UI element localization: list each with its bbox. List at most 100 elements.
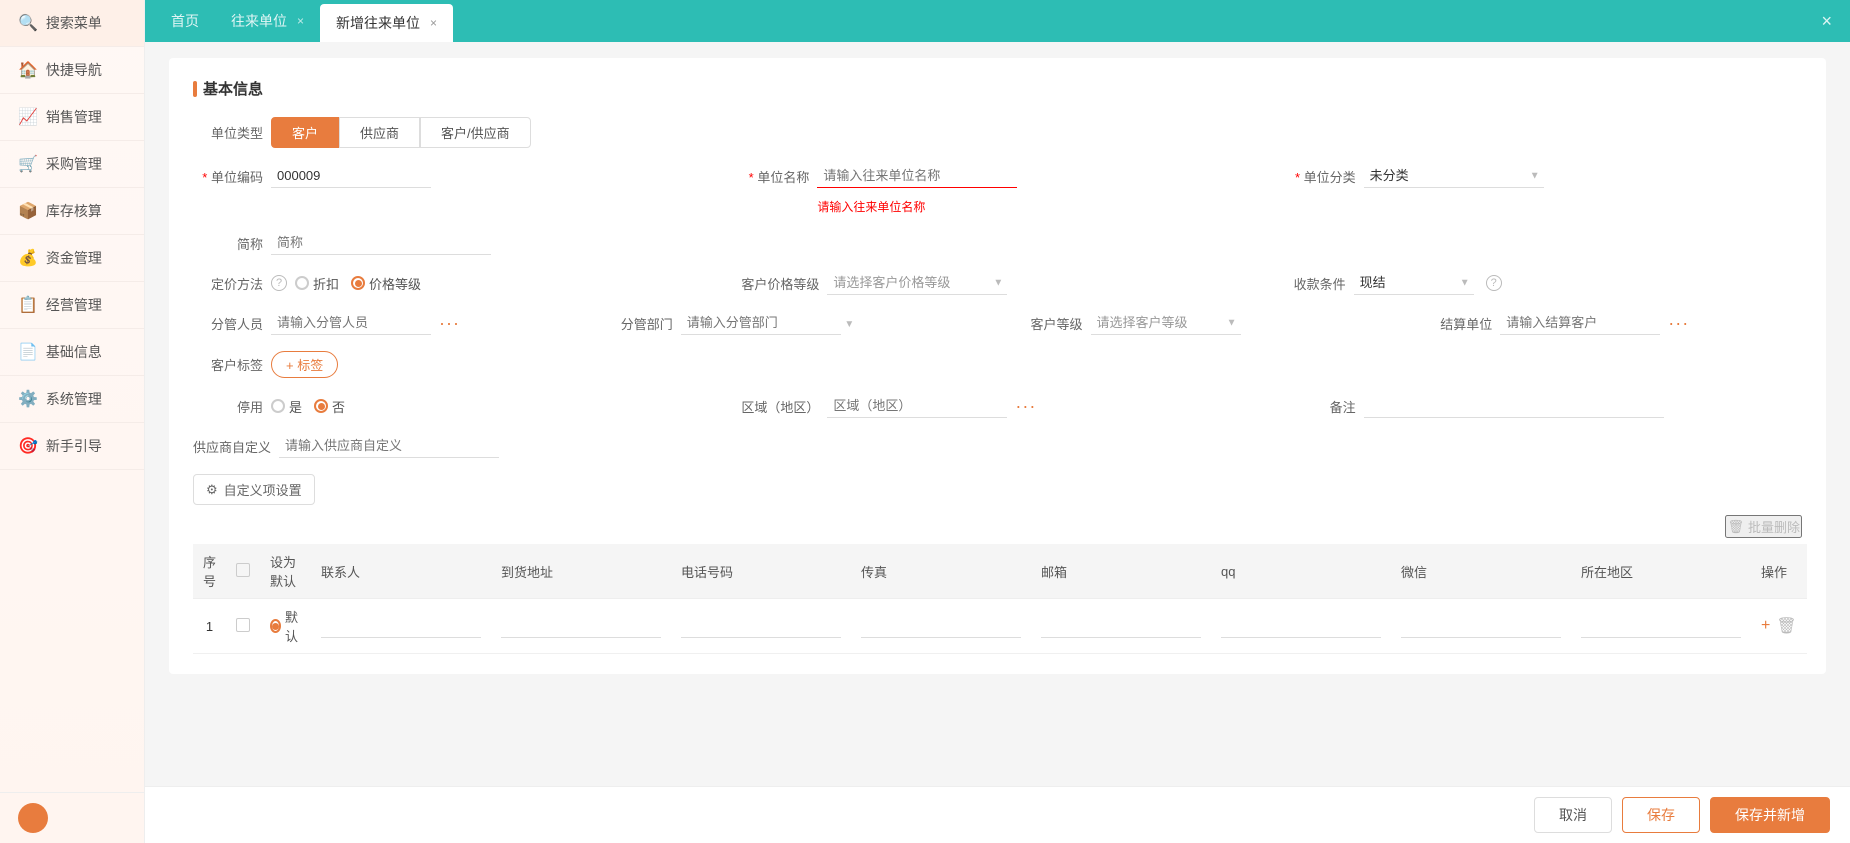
customer-price-select[interactable]: 请选择客户价格等级 [827,271,1007,295]
add-tag-btn[interactable]: + 标签 [271,351,338,378]
col-check[interactable] [226,544,260,599]
row-contact[interactable] [311,599,491,654]
disabled-yes[interactable]: 是 [271,397,302,416]
unit-name-label: * 单位名称 [739,167,809,186]
sidebar-item-quick-nav[interactable]: 🏠 快捷导航 [0,47,144,94]
cancel-button[interactable]: 取消 [1534,797,1612,833]
row-check[interactable] [226,599,260,654]
note-input[interactable] [1364,394,1664,418]
type-btn-both[interactable]: 客户/供应商 [420,117,531,148]
save-new-button[interactable]: 保存并新增 [1710,797,1830,833]
area-input[interactable] [827,394,1007,418]
dept-input[interactable] [681,311,841,335]
row-checkbox[interactable] [236,618,250,632]
payment-select[interactable]: 现结 [1354,271,1474,295]
customer-level-select-wrapper: 请选择客户等级 ▼ [1091,311,1241,335]
type-btn-supplier[interactable]: 供应商 [339,117,420,148]
unit-name-input[interactable] [817,164,1017,188]
sidebar-item-guide[interactable]: 🎯 新手引导 [0,423,144,470]
address-input[interactable] [501,614,661,638]
manager-more-btn[interactable]: ··· [439,314,460,332]
row-phone[interactable] [671,599,851,654]
tab-home[interactable]: 首页 [155,0,215,42]
fax-input[interactable] [861,614,1021,638]
abbr-input[interactable] [271,231,491,255]
type-btn-customer[interactable]: 客户 [271,117,339,148]
sidebar-item-operations[interactable]: 📋 经营管理 [0,282,144,329]
contact-input[interactable] [321,614,481,638]
dept-chevron: ▼ [844,319,854,330]
discount-radio[interactable] [295,276,309,290]
payment-help-icon[interactable]: ? [1486,275,1502,291]
row-address[interactable] [491,599,671,654]
tab-new-counterpart[interactable]: 新增往来单位 × [320,4,453,42]
tags-label: 客户标签 [193,355,263,374]
header-checkbox[interactable] [236,563,250,577]
del-row-btn[interactable]: 🗑 [1776,616,1796,636]
abbr-group: 简称 [193,231,1802,255]
close-counterpart-tab[interactable]: × [297,14,304,28]
col-qq: qq [1211,544,1391,599]
pricing-discount[interactable]: 折扣 [295,274,339,293]
row-email[interactable] [1031,599,1211,654]
close-new-counterpart-tab[interactable]: × [430,16,437,30]
section-title: 基本信息 [193,78,1802,99]
area-label: 区域（地区） [739,397,819,416]
price-level-radio[interactable] [351,276,365,290]
abbr-label: 简称 [193,234,263,253]
dept-group: 分管部门 ▼ [603,311,983,335]
qq-input[interactable] [1221,614,1381,638]
unit-category-group: * 单位分类 未分类 ▼ [1286,164,1802,188]
sidebar-item-search[interactable]: 🔍 搜索菜单 [0,0,144,47]
supplier-custom-row: 供应商自定义 [193,434,1802,458]
home-icon: 🏠 [18,60,38,80]
row-region[interactable] [1571,599,1751,654]
pricing-price-level[interactable]: 价格等级 [351,274,421,293]
settlement-input[interactable] [1500,311,1660,335]
sidebar-item-purchase[interactable]: 🛒 采购管理 [0,141,144,188]
close-all-tabs[interactable]: × [1813,11,1840,32]
default-radio-label[interactable]: 默认 [270,607,301,645]
payment-select-wrapper: 现结 ▼ [1354,271,1474,295]
manager-row: 分管人员 ··· 分管部门 ▼ 客户等级 请选择客户等级 [193,311,1802,335]
sidebar-item-system[interactable]: ⚙️ 系统管理 [0,376,144,423]
batch-delete-btn[interactable]: 🗑 批量删除 [1725,515,1802,538]
doc-icon: 📄 [18,342,38,362]
disabled-no[interactable]: 否 [314,397,345,416]
supplier-custom-input[interactable] [279,434,499,458]
region-input[interactable] [1581,614,1741,638]
tab-counterpart[interactable]: 往来单位 × [215,0,320,42]
manager-input[interactable] [271,311,431,335]
phone-input[interactable] [681,614,841,638]
no-radio[interactable] [314,399,328,413]
basic-info-card: 基本信息 单位类型 客户 供应商 客户/供应商 * [169,58,1826,674]
row-wechat[interactable] [1391,599,1571,654]
sidebar-item-basic-info[interactable]: 📄 基础信息 [0,329,144,376]
user-avatar [18,803,48,833]
col-default: 设为默认 [260,544,311,599]
settlement-more-btn[interactable]: ··· [1668,314,1689,332]
add-row-btn[interactable]: + [1761,617,1770,635]
row-qq[interactable] [1211,599,1391,654]
note-group: 备注 [1286,394,1802,418]
wechat-input[interactable] [1401,614,1561,638]
customer-level-select[interactable]: 请选择客户等级 [1091,311,1241,335]
area-group: 区域（地区） ··· [739,394,1255,418]
settings-btn[interactable]: ⚙ 自定义项设置 [193,474,315,505]
row-action-group: + 🗑 [1761,616,1797,636]
area-more-btn[interactable]: ··· [1015,397,1036,415]
search-icon: 🔍 [18,13,38,33]
sidebar-item-finance[interactable]: 💰 资金管理 [0,235,144,282]
unit-category-select[interactable]: 未分类 [1364,164,1544,188]
default-radio[interactable] [270,619,281,633]
pricing-help-icon[interactable]: ? [271,275,287,291]
col-fax: 传真 [851,544,1031,599]
yes-radio[interactable] [271,399,285,413]
sidebar-item-inventory[interactable]: 📦 库存核算 [0,188,144,235]
unit-code-input[interactable] [271,164,431,188]
col-seq: 序号 [193,544,226,599]
save-button[interactable]: 保存 [1622,797,1700,833]
sidebar-item-sales[interactable]: 📈 销售管理 [0,94,144,141]
row-fax[interactable] [851,599,1031,654]
email-input[interactable] [1041,614,1201,638]
